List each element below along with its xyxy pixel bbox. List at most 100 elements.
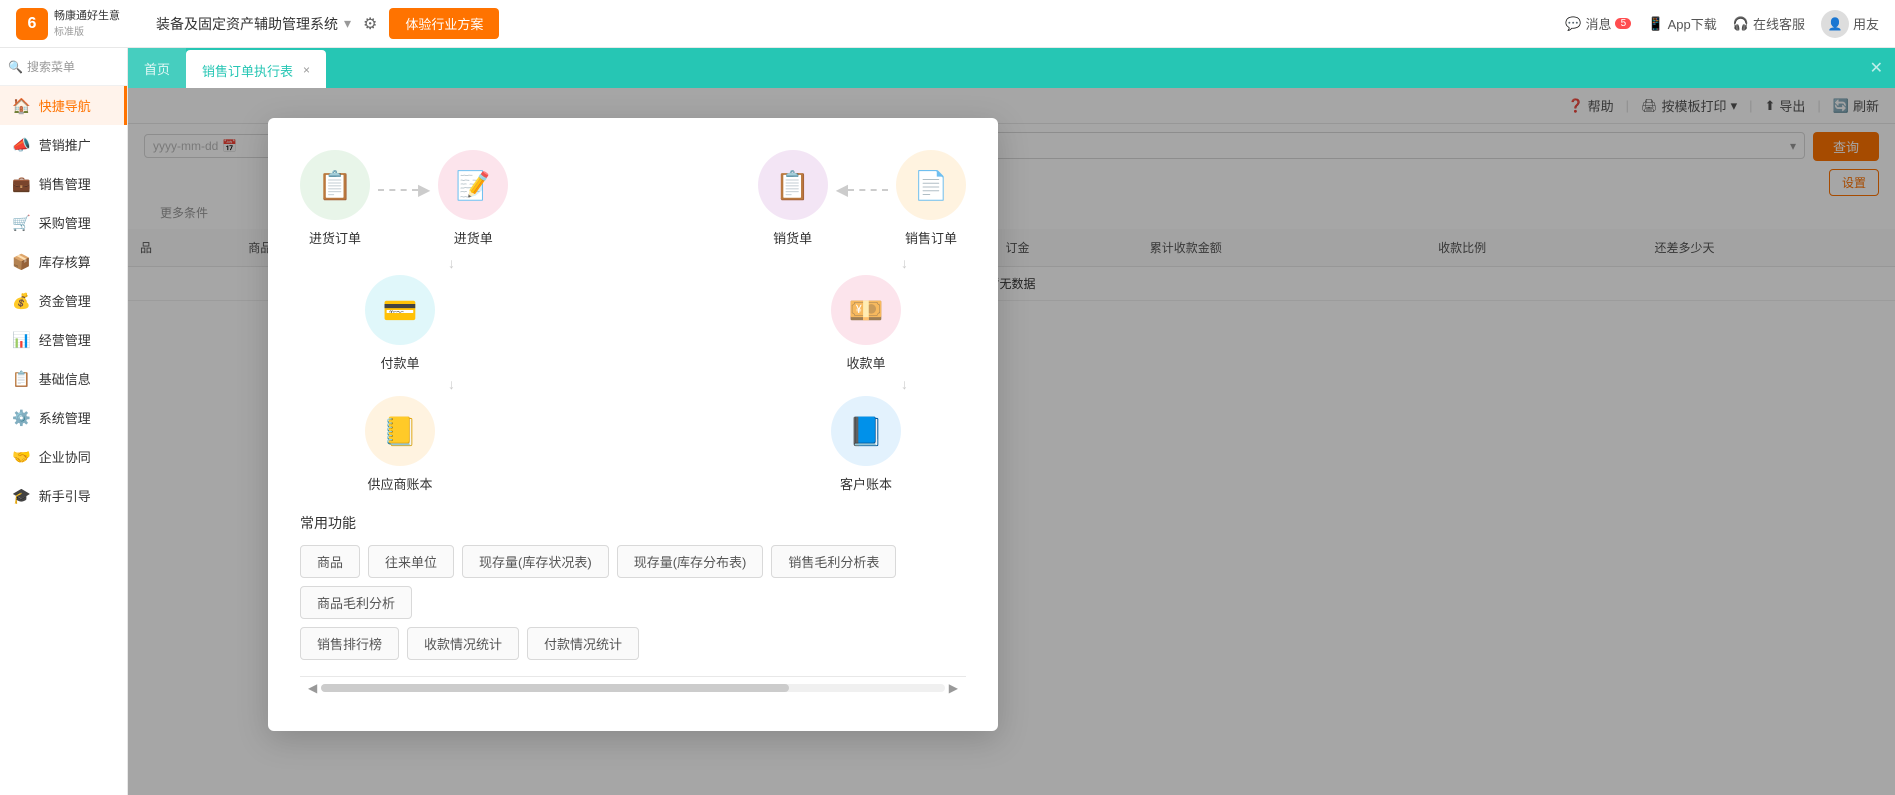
basic-icon: 📋 xyxy=(12,370,31,388)
corp-icon: 🤝 xyxy=(12,448,31,466)
flow-sale-bill[interactable]: 📋 销货单 xyxy=(758,150,828,247)
sidebar-item-label: 采购管理 xyxy=(39,213,91,232)
sidebar-item-inventory[interactable]: 📦 库存核算 xyxy=(0,242,127,281)
func-buttons-row-2: 销售排行榜 收款情况统计 付款情况统计 xyxy=(300,627,966,660)
scroll-area: ◀ ▶ xyxy=(300,676,966,699)
flow-down-arrows-2: ↓ ↓ xyxy=(300,376,966,392)
sidebar-item-finance[interactable]: 💰 资金管理 xyxy=(0,281,127,320)
sidebar-item-sales[interactable]: 💼 销售管理 xyxy=(0,164,127,203)
modal-box: 📋 进货订单 ▶ 📝 进货单 xyxy=(268,118,998,731)
brand-sub: 标准版 xyxy=(54,23,120,38)
home-tab-label: 首页 xyxy=(144,59,170,78)
user-menu[interactable]: 👤 用友 xyxy=(1821,10,1879,38)
finance-icon: 💰 xyxy=(12,292,31,310)
message-label: 消息 xyxy=(1585,14,1611,33)
payment-label: 付款单 xyxy=(380,353,419,372)
sidebar-item-label: 基础信息 xyxy=(39,369,91,388)
flow-receipt[interactable]: 💴 收款单 xyxy=(831,275,901,372)
sidebar-item-system[interactable]: ⚙️ 系统管理 xyxy=(0,398,127,437)
sidebar-item-operation[interactable]: 📊 经营管理 xyxy=(0,320,127,359)
flow-down-arrows: ↓ ↓ xyxy=(300,255,966,271)
sidebar-item-label: 营销推广 xyxy=(39,135,91,154)
sidebar-item-purchase[interactable]: 🛒 采购管理 xyxy=(0,203,127,242)
search-label: 搜索菜单 xyxy=(27,58,75,75)
tab-close-icon[interactable]: × xyxy=(303,63,310,77)
sidebar-item-newbie[interactable]: 🎓 新手引导 xyxy=(0,476,127,515)
func-btn-payment-stat[interactable]: 付款情况统计 xyxy=(527,627,639,660)
down-arrow-purchase: ↓ xyxy=(448,255,455,271)
sidebar-item-label: 新手引导 xyxy=(39,486,91,505)
receipt-label: 收款单 xyxy=(846,353,885,372)
flow-row-1: 📋 进货订单 ▶ 📝 进货单 xyxy=(300,150,966,247)
app-download-button[interactable]: 📱 App下载 xyxy=(1647,14,1716,33)
sidebar: 🔍 搜索菜单 🏠 快捷导航 📣 营销推广 💼 销售管理 🛒 采购管理 xyxy=(0,48,128,795)
func-btn-stock-status[interactable]: 现存量(库存状况表) xyxy=(462,545,609,578)
modal-overlay[interactable]: 📋 进货订单 ▶ 📝 进货单 xyxy=(128,88,1895,795)
message-icon: 💬 xyxy=(1565,16,1581,32)
scroll-track[interactable] xyxy=(321,684,945,692)
flow-row-2: 💳 付款单 💴 收款单 xyxy=(300,275,966,372)
func-btn-goods-gross[interactable]: 商品毛利分析 xyxy=(300,586,412,619)
func-btn-partners[interactable]: 往来单位 xyxy=(368,545,454,578)
customer-ledger-circle: 📘 xyxy=(831,396,901,466)
service-icon: 🎧 xyxy=(1733,16,1749,32)
scroll-right-icon[interactable]: ▶ xyxy=(949,681,958,695)
sidebar-item-basic[interactable]: 📋 基础信息 xyxy=(0,359,127,398)
func-btn-sales-rank[interactable]: 销售排行榜 xyxy=(300,627,399,660)
settings-icon[interactable]: ⚙ xyxy=(363,14,377,34)
message-button[interactable]: 💬 消息 5 xyxy=(1565,14,1631,33)
tab-bar: 首页 销售订单执行表 × ✕ xyxy=(128,48,1895,88)
username-label: 用友 xyxy=(1853,14,1879,33)
tab-home[interactable]: 首页 xyxy=(128,48,186,88)
sidebar-item-marketing[interactable]: 📣 营销推广 xyxy=(0,125,127,164)
func-btn-goods[interactable]: 商品 xyxy=(300,545,360,578)
service-label: 在线客服 xyxy=(1753,14,1805,33)
active-tab-label: 销售订单执行表 xyxy=(202,61,293,80)
sidebar-item-label: 销售管理 xyxy=(39,174,91,193)
trial-button[interactable]: 体验行业方案 xyxy=(389,8,499,39)
sidebar-item-label: 资金管理 xyxy=(39,291,91,310)
page-content: ❓ 帮助 | 🖨 按模板打印 ▾ | ⬆ 导出 | xyxy=(128,88,1895,795)
newbie-icon: 🎓 xyxy=(12,487,31,505)
sidebar-item-label: 库存核算 xyxy=(39,252,91,271)
marketing-icon: 📣 xyxy=(12,136,31,154)
system-icon: ⚙️ xyxy=(12,409,31,427)
system-title: 装备及固定资产辅助管理系统 ▾ xyxy=(156,14,351,34)
tab-sales-order[interactable]: 销售订单执行表 × xyxy=(186,50,326,90)
system-dropdown-icon[interactable]: ▾ xyxy=(344,15,351,32)
sidebar-item-label: 快捷导航 xyxy=(39,96,91,115)
flow-customer-ledger[interactable]: 📘 客户账本 xyxy=(831,396,901,493)
search-icon: 🔍 xyxy=(8,60,23,74)
top-right-actions: 💬 消息 5 📱 App下载 🎧 在线客服 👤 用友 xyxy=(1565,10,1879,38)
sidebar-item-quick[interactable]: 🏠 快捷导航 xyxy=(0,86,127,125)
common-functions-title: 常用功能 xyxy=(300,513,966,533)
inventory-icon: 📦 xyxy=(12,253,31,271)
flow-purchase-order[interactable]: 📋 进货订单 xyxy=(300,150,370,247)
sidebar-item-corp[interactable]: 🤝 企业协同 xyxy=(0,437,127,476)
message-badge: 5 xyxy=(1615,18,1631,29)
func-btn-receipt-stat[interactable]: 收款情况统计 xyxy=(407,627,519,660)
supplier-ledger-circle: 📒 xyxy=(365,396,435,466)
sidebar-item-label: 经营管理 xyxy=(39,330,91,349)
func-btn-stock-dist[interactable]: 现存量(库存分布表) xyxy=(617,545,764,578)
down-arrow-payment: ↓ xyxy=(448,376,455,392)
flow-purchase-bill[interactable]: 📝 进货单 xyxy=(438,150,508,247)
service-button[interactable]: 🎧 在线客服 xyxy=(1733,14,1805,33)
purchase-order-label: 进货订单 xyxy=(309,228,361,247)
app-label: App下载 xyxy=(1668,14,1717,33)
flow-sale-order[interactable]: 📄 销售订单 xyxy=(896,150,966,247)
purchase-bill-circle: 📝 xyxy=(438,150,508,220)
func-btn-sales-gross[interactable]: 销售毛利分析表 xyxy=(771,545,896,578)
arrow-left-1: ◀ xyxy=(828,180,896,200)
window-close-icon[interactable]: ✕ xyxy=(1870,58,1883,78)
flow-supplier-ledger[interactable]: 📒 供应商账本 xyxy=(365,396,435,493)
sidebar-item-label: 系统管理 xyxy=(39,408,91,427)
sale-order-circle: 📄 xyxy=(896,150,966,220)
scroll-left-icon[interactable]: ◀ xyxy=(308,681,317,695)
flow-payment[interactable]: 💳 付款单 xyxy=(365,275,435,372)
sidebar-search[interactable]: 🔍 搜索菜单 xyxy=(0,48,127,86)
avatar: 👤 xyxy=(1821,10,1849,38)
down-arrow-receipt: ↓ xyxy=(901,376,908,392)
supplier-ledger-label: 供应商账本 xyxy=(367,474,432,493)
quick-icon: 🏠 xyxy=(12,97,31,115)
